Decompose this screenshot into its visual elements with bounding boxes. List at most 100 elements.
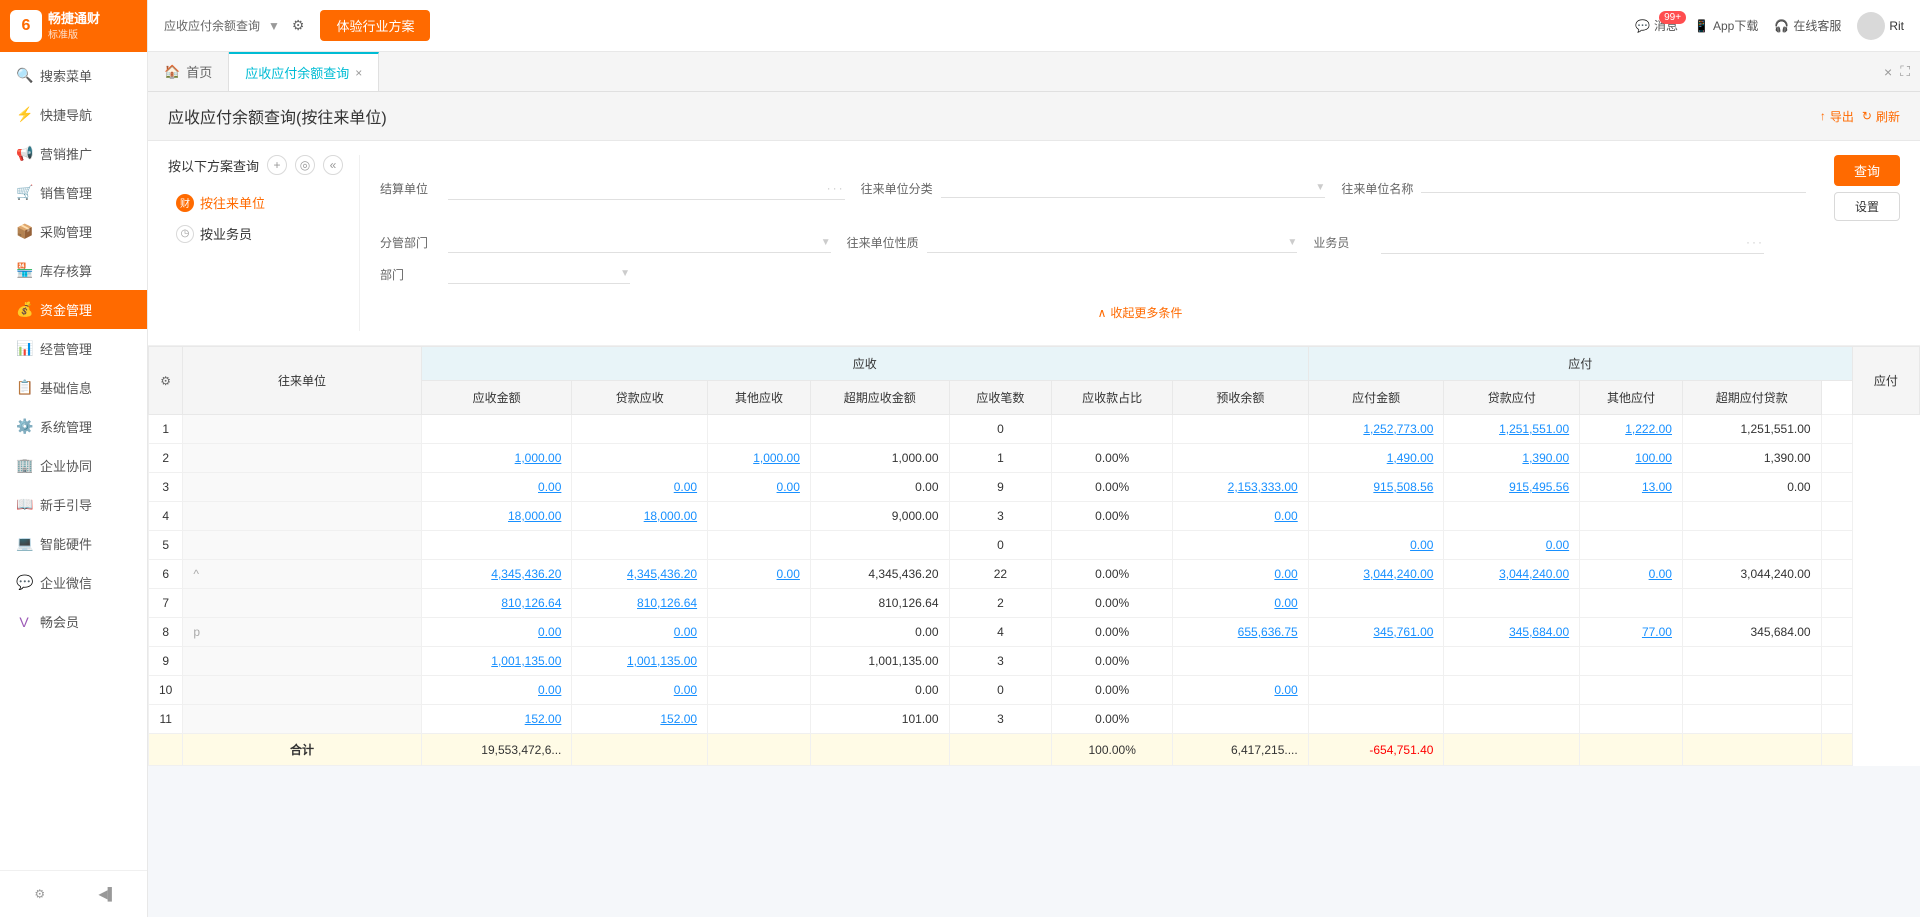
filter-partner-name-input[interactable] — [1421, 184, 1806, 193]
row-number: 9 — [149, 647, 183, 676]
row-ar-overdue: 1,000.00 — [810, 444, 949, 473]
row-ar-amount — [421, 415, 572, 444]
scheme-by-salesperson[interactable]: ◷ 按业务员 — [168, 218, 343, 249]
message-button[interactable]: 💬 消息 99+ — [1635, 17, 1678, 34]
tab-home[interactable]: 🏠 首页 — [148, 52, 229, 91]
tab-maximize-icon[interactable]: ⛶ — [1900, 63, 1910, 80]
row-partner — [183, 444, 421, 473]
footer-ar-overdue — [810, 734, 949, 766]
sidebar-item-marketing[interactable]: 📢 营销推广 — [0, 134, 147, 173]
row-ar-other — [708, 647, 811, 676]
row-ap-overdue — [1682, 502, 1821, 531]
row-ar-overdue: 4,345,436.20 — [810, 560, 949, 589]
sidebar-item-quicknav[interactable]: ⚡ 快捷导航 — [0, 95, 147, 134]
table-row: 3 0.00 0.00 0.00 0.00 9 0.00% 2,153,333.… — [149, 473, 1920, 502]
tab-close-icon[interactable]: × — [355, 66, 362, 80]
row-ar-loan — [572, 444, 708, 473]
table-row: 5 0 0.00 0.00 — [149, 531, 1920, 560]
filter-settle-unit-input[interactable]: ··· — [448, 177, 845, 200]
tab-ar-ap[interactable]: 应收应付余额查询 × — [229, 52, 379, 91]
table-row: 1 0 1,252,773.00 1,251,551.00 1,222.00 1… — [149, 415, 1920, 444]
scheme-by-partner[interactable]: 财 按往来单位 — [168, 187, 343, 218]
row-ap-overdue: 1,390.00 — [1682, 444, 1821, 473]
sidebar-item-guide[interactable]: 📖 新手引导 — [0, 485, 147, 524]
filter-branch-dept-select[interactable]: ▼ — [448, 233, 831, 253]
th-ar-other: 其他应收 — [708, 381, 811, 415]
sidebar-item-wechat[interactable]: 💬 企业微信 — [0, 563, 147, 602]
user-name-label: Rit — [1889, 19, 1904, 33]
filter-add-button[interactable]: + — [267, 155, 287, 175]
sidebar-item-member[interactable]: V 畅会员 — [0, 602, 147, 641]
row-ap-loan: 915,495.56 — [1444, 473, 1580, 502]
row-ap-col — [1821, 589, 1852, 618]
footer-ap-other — [1580, 734, 1683, 766]
tab-close-all-icon[interactable]: × — [1884, 64, 1892, 80]
filter-partner-category-select[interactable]: ▼ — [941, 178, 1326, 198]
row-ar-other — [708, 415, 811, 444]
app-logo: 6 畅捷通财 标准版 — [0, 0, 147, 52]
row-ap-overdue: 0.00 — [1682, 473, 1821, 502]
sidebar-item-enterprise[interactable]: 🏢 企业协同 — [0, 446, 147, 485]
guide-icon: 📖 — [16, 496, 32, 513]
finance-icon: 💰 — [16, 301, 32, 318]
query-button[interactable]: 查询 — [1834, 155, 1900, 186]
row-ap-overdue — [1682, 531, 1821, 560]
row-ar-advance — [1173, 444, 1309, 473]
collapse-row: ∧ 收起更多条件 — [380, 294, 1900, 331]
filter-partner-nature-select[interactable]: ▼ — [927, 233, 1298, 253]
row-ap-other — [1580, 502, 1683, 531]
filter-setting-button[interactable]: ◎ — [295, 155, 315, 175]
row-partner: p — [183, 618, 421, 647]
column-settings-icon[interactable]: ⚙ — [160, 374, 171, 388]
topbar-gear-icon[interactable]: ⚙ — [292, 17, 305, 34]
settings-button[interactable]: 设置 — [1834, 192, 1900, 221]
sidebar-settings-btn[interactable]: ⚙ — [10, 881, 70, 907]
sidebar-item-search[interactable]: 🔍 搜索菜单 — [0, 56, 147, 95]
row-ar-other — [708, 618, 811, 647]
table-row: 7 810,126.64 810,126.64 810,126.64 2 0.0… — [149, 589, 1920, 618]
filter-salesperson-input[interactable]: ··· — [1381, 231, 1764, 254]
row-ap-col — [1821, 705, 1852, 734]
sidebar-item-inventory[interactable]: 🏪 库存核算 — [0, 251, 147, 290]
user-menu[interactable]: Rit — [1857, 12, 1904, 40]
filter-dept-select[interactable]: ▼ — [448, 264, 630, 284]
row-ar-overdue: 0.00 — [810, 618, 949, 647]
filter-collapse-left-button[interactable]: « — [323, 155, 343, 175]
breadcrumb-dropdown-icon[interactable]: ▼ — [268, 19, 280, 33]
row-ap-col — [1821, 444, 1852, 473]
sidebar-item-purchase[interactable]: 📦 采购管理 — [0, 212, 147, 251]
th-ap-loan: 贷款应付 — [1444, 381, 1580, 415]
scheme-salesperson-icon: ◷ — [176, 225, 194, 243]
sidebar-item-hardware[interactable]: 💻 智能硬件 — [0, 524, 147, 563]
export-button[interactable]: ↑ 导出 — [1820, 108, 1854, 125]
app-download-button[interactable]: 📱 App下载 — [1694, 17, 1758, 34]
sidebar-item-system[interactable]: ⚙️ 系统管理 — [0, 407, 147, 446]
row-ap-amount: 345,761.00 — [1308, 618, 1444, 647]
solution-button[interactable]: 体验行业方案 — [320, 10, 430, 41]
row-partner — [183, 415, 421, 444]
row-ap-loan — [1444, 647, 1580, 676]
sidebar-item-sales[interactable]: 🛒 销售管理 — [0, 173, 147, 212]
filter-label: 按以下方案查询 — [168, 156, 259, 175]
row-ar-other: 1,000.00 — [708, 444, 811, 473]
sidebar-collapse-btn[interactable]: ◀▌ — [78, 881, 138, 907]
online-service-button[interactable]: 🎧 在线客服 — [1774, 17, 1841, 34]
row-ap-overdue: 345,684.00 — [1682, 618, 1821, 647]
row-ap-amount — [1308, 647, 1444, 676]
collapse-button[interactable]: ∧ 收起更多条件 — [380, 300, 1900, 325]
row-ap-overdue — [1682, 647, 1821, 676]
app-download-icon: 📱 — [1694, 19, 1709, 33]
system-icon: ⚙️ — [16, 418, 32, 435]
sidebar-item-basic[interactable]: 📋 基础信息 — [0, 368, 147, 407]
row-ap-loan: 345,684.00 — [1444, 618, 1580, 647]
row-ap-col — [1821, 676, 1852, 705]
row-number: 6 — [149, 560, 183, 589]
sidebar-item-management[interactable]: 📊 经营管理 — [0, 329, 147, 368]
refresh-button[interactable]: ↻ 刷新 — [1862, 108, 1900, 125]
page-actions: ↑ 导出 ↻ 刷新 — [1820, 108, 1900, 125]
row-ap-loan: 1,390.00 — [1444, 444, 1580, 473]
row-ap-amount: 3,044,240.00 — [1308, 560, 1444, 589]
sidebar-item-finance[interactable]: 💰 资金管理 — [0, 290, 147, 329]
footer-row: 合计 19,553,472,6... 100.00% 6,417,215....… — [149, 734, 1920, 766]
row-ar-advance: 0.00 — [1173, 676, 1309, 705]
